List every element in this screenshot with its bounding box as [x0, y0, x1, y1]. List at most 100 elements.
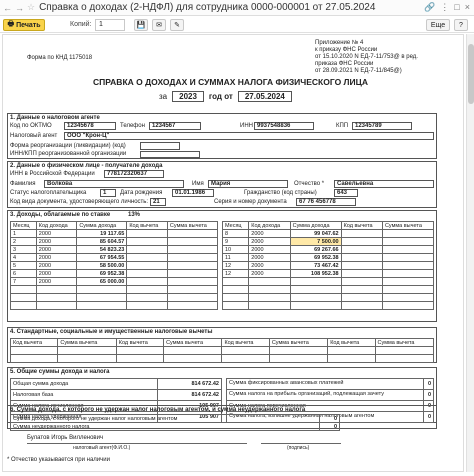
header-deduction-code: Код вычета: [340, 221, 383, 230]
citizenship-value: 643: [334, 189, 358, 197]
table-row: Сумма дохода, с которого не удержан нало…: [10, 414, 340, 423]
cell-code: 2000: [35, 237, 78, 246]
table-row: 7 2000 65 000.00: [10, 277, 219, 286]
cell-deduction-code: [340, 245, 383, 254]
copies-label: Копий:: [70, 21, 92, 28]
agent-caption: налоговый агент(Ф.И.О.): [73, 445, 131, 451]
section-unwithheld: 6. Сумма дохода, с которого не удержан н…: [7, 405, 437, 431]
cell-sum: 19 117.65: [76, 229, 128, 238]
cell-month: 3: [10, 245, 37, 254]
cell-month: 6: [10, 269, 37, 278]
cell-month: 8: [221, 229, 250, 238]
inn-rf-label: ИНН в Российской Федерации: [10, 171, 95, 177]
cell-month: 2: [10, 237, 37, 246]
cell-deduction-code: [126, 269, 168, 278]
signature-caption: (подпись): [287, 445, 310, 451]
god-ot-label: год от: [208, 92, 233, 101]
cell-deduction-sum: [166, 229, 219, 238]
header-deduction-code: Код вычета: [126, 221, 168, 230]
edit-button[interactable]: ✎: [170, 19, 184, 31]
cell-code: 2000: [248, 245, 291, 254]
cell-deduction-code: [340, 237, 383, 246]
table-row: [221, 285, 435, 294]
header-deduction-code: Код вычета: [221, 338, 270, 347]
cell-deduction-sum: [381, 245, 435, 254]
cell-deduction-code: [340, 269, 383, 278]
help-button[interactable]: ?: [454, 19, 468, 31]
tax-rate: 13%: [128, 212, 141, 218]
menu-icon[interactable]: ⋮: [440, 2, 449, 13]
cell-sum: 54 823.23: [76, 245, 128, 254]
table-row: 9 2000 7 500.00: [221, 237, 435, 246]
print-button[interactable]: 🖶 Печать: [3, 19, 45, 31]
doc-code-value: 21: [150, 198, 166, 206]
profit-tax-value: 0: [423, 389, 434, 401]
cell-deduction-code: [126, 237, 168, 246]
scrollbar-thumb[interactable]: [468, 44, 474, 104]
table-row: 8 2000 99 047.62: [221, 229, 435, 238]
table-row: 1 2000 19 117.65: [10, 229, 219, 238]
appendix-line: приказа ФНС России: [315, 61, 374, 67]
table-row: Сумма фиксированных авансовых платежей 0: [225, 378, 434, 390]
table-row: 3 2000 54 823.23: [10, 245, 219, 254]
header-deduction-sum: Сумма вычета: [374, 338, 435, 347]
copies-value: 1: [99, 21, 103, 28]
cell-deduction-sum: [381, 253, 435, 262]
favorite-icon[interactable]: ☆: [27, 2, 35, 13]
table-row: 11 2000 69 952.38: [221, 253, 435, 262]
vertical-scrollbar[interactable]: [466, 34, 474, 472]
appendix-note: Приложение № 4 к приказу ФНС России от 1…: [315, 40, 418, 75]
table-row: [221, 277, 435, 286]
cell-month: 7: [10, 277, 37, 286]
cell-code: 2000: [35, 229, 78, 238]
cell-code: 2000: [35, 253, 78, 262]
cell-deduction-code: [126, 253, 168, 262]
footnote: * Отчество указывается при наличии: [7, 457, 110, 463]
reorg-value: [140, 142, 180, 150]
table-row: Сумма неудержанного налога 0: [10, 422, 340, 431]
cell-deduction-sum: [381, 269, 435, 278]
printer-icon: 🖶: [7, 20, 15, 28]
cell-code: 2000: [35, 277, 78, 286]
doc-number-label: Серия и номер документа: [214, 199, 287, 205]
mail-button[interactable]: ✉: [152, 19, 166, 31]
toolbar: 🖶 Печать Копий: 1 💾 ✉ ✎ Еще ?: [0, 17, 474, 33]
cell-sum: 69 952.38: [289, 253, 342, 262]
cell-deduction-sum: [166, 269, 219, 278]
section-title: 1. Данные о налоговом агенте: [10, 115, 100, 121]
fixed-payments-label: Сумма фиксированных авансовых платежей: [225, 378, 425, 390]
table-row: 12 2000 73 467.42: [221, 261, 435, 270]
more-label: Еще: [430, 21, 446, 29]
back-icon[interactable]: ←: [3, 3, 12, 13]
forward-icon[interactable]: →: [15, 3, 24, 13]
copies-input[interactable]: 1: [95, 19, 125, 31]
section-deductions: 4. Стандартные, социальные и имущественн…: [7, 327, 437, 363]
save-icon: 💾: [136, 22, 146, 29]
income-table-left: Месяц Код дохода Сумма дохода Код вычета…: [10, 221, 219, 310]
table-row: Налоговая база 814 672.42: [9, 389, 222, 401]
total-income-label: Общая сумма дохода: [9, 378, 159, 390]
cell-deduction-code: [340, 229, 383, 238]
header-deduction-sum: Сумма вычета: [381, 221, 435, 230]
header-income-sum: Сумма дохода: [289, 221, 342, 230]
link-icon[interactable]: 🔗: [424, 2, 435, 13]
cell-sum: 69 267.66: [289, 245, 342, 254]
status-value: 1: [100, 189, 116, 197]
maximize-icon[interactable]: □: [454, 2, 459, 13]
cell-code: 2000: [35, 245, 78, 254]
close-icon[interactable]: ×: [465, 2, 470, 13]
deductions-table: Код вычета Сумма вычета Код вычета Сумма…: [9, 338, 435, 363]
document-page: Форма по КНД 1175018 Приложение № 4 к пр…: [2, 34, 464, 472]
reorg-label: Форма реорганизации (ликвидации) (код): [10, 143, 126, 149]
help-label: ?: [459, 21, 463, 29]
table-row: Сумма налога на прибыль организаций, под…: [225, 389, 434, 401]
save-button[interactable]: 💾: [134, 19, 148, 31]
more-button[interactable]: Еще: [426, 19, 450, 31]
table-row: 10 2000 69 267.66: [221, 245, 435, 254]
cell-sum: 58 500.00: [76, 261, 128, 270]
cell-deduction-code: [126, 245, 168, 254]
table-row: 12 2000 108 952.38: [221, 269, 435, 278]
cell-deduction-code: [126, 229, 168, 238]
oktmo-label: Код по ОКТМО: [10, 123, 52, 129]
kpp-value: 12345789: [352, 122, 412, 130]
